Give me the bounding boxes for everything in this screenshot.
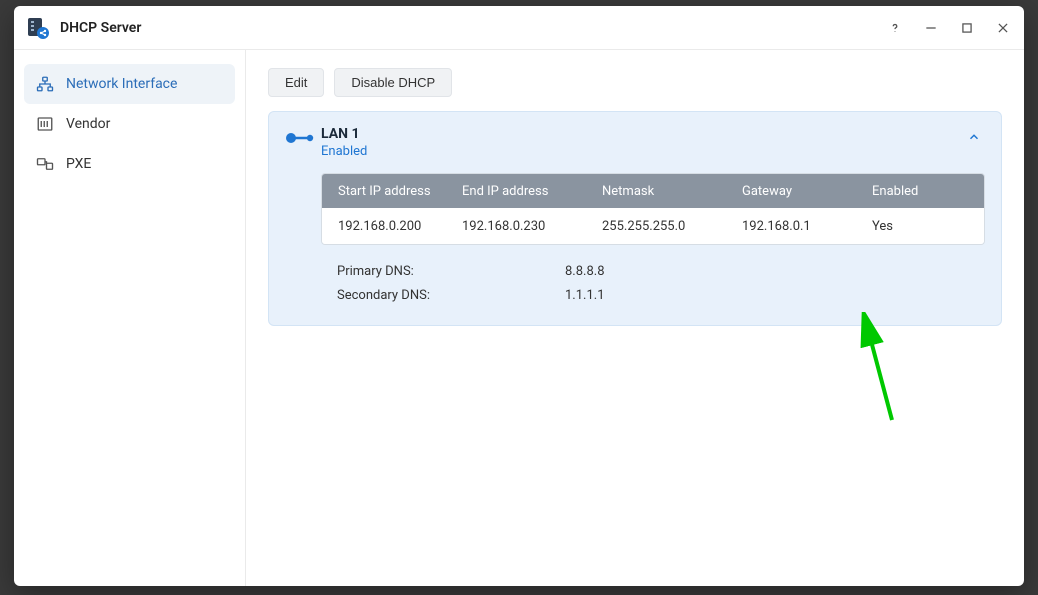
edit-button[interactable]: Edit [268, 68, 324, 97]
dns-primary-row: Primary DNS: 8.8.8.8 [337, 259, 985, 283]
interface-header: LAN 1 Enabled [285, 126, 985, 159]
range-table: Start IP address End IP address Netmask … [321, 173, 985, 245]
cell-gateway: 192.168.0.1 [742, 219, 872, 234]
close-button[interactable] [994, 19, 1012, 37]
network-icon [36, 75, 54, 93]
annotation-arrow [846, 312, 906, 432]
vendor-icon [36, 115, 54, 133]
disable-dhcp-button[interactable]: Disable DHCP [334, 68, 452, 97]
sidebar-item-label: Network Interface [66, 76, 177, 92]
sidebar-item-network-interface[interactable]: Network Interface [24, 64, 235, 104]
cell-start-ip: 192.168.0.200 [322, 219, 462, 234]
table-header: Start IP address End IP address Netmask … [322, 174, 984, 208]
pxe-icon [36, 155, 54, 173]
dns-secondary-value: 1.1.1.1 [565, 288, 605, 303]
window-title: DHCP Server [60, 20, 886, 36]
sidebar-item-label: Vendor [66, 116, 110, 132]
help-button[interactable] [886, 19, 904, 37]
app-window: DHCP Server [14, 6, 1024, 586]
sidebar-item-pxe[interactable]: PXE [24, 144, 235, 184]
col-netmask: Netmask [602, 184, 742, 199]
table-row[interactable]: 192.168.0.200 192.168.0.230 255.255.255.… [322, 208, 984, 244]
dns-secondary-label: Secondary DNS: [337, 288, 565, 303]
toolbar: Edit Disable DHCP [268, 68, 1002, 97]
maximize-button[interactable] [958, 19, 976, 37]
dns-secondary-row: Secondary DNS: 1.1.1.1 [337, 283, 985, 307]
chevron-up-icon [967, 130, 981, 144]
col-gateway: Gateway [742, 184, 872, 199]
interface-status: Enabled [321, 144, 963, 159]
cell-enabled: Yes [872, 219, 984, 234]
connection-icon [285, 126, 321, 150]
interface-name: LAN 1 [321, 126, 963, 142]
sidebar-item-label: PXE [66, 156, 91, 172]
interface-card: LAN 1 Enabled Start IP address End IP ad… [268, 111, 1002, 326]
collapse-toggle[interactable] [963, 126, 985, 152]
titlebar: DHCP Server [14, 6, 1024, 50]
col-start-ip: Start IP address [322, 184, 462, 199]
window-controls [886, 19, 1012, 37]
main-panel: Edit Disable DHCP LAN 1 Enabled [246, 50, 1024, 586]
minimize-button[interactable] [922, 19, 940, 37]
sidebar-item-vendor[interactable]: Vendor [24, 104, 235, 144]
col-enabled: Enabled [872, 184, 984, 199]
dns-block: Primary DNS: 8.8.8.8 Secondary DNS: 1.1.… [337, 259, 985, 307]
app-icon [26, 16, 50, 40]
cell-netmask: 255.255.255.0 [602, 219, 742, 234]
dns-primary-label: Primary DNS: [337, 264, 565, 279]
window-body: Network Interface Vendor [14, 50, 1024, 586]
col-end-ip: End IP address [462, 184, 602, 199]
dns-primary-value: 8.8.8.8 [565, 264, 605, 279]
sidebar: Network Interface Vendor [14, 50, 246, 586]
cell-end-ip: 192.168.0.230 [462, 219, 602, 234]
